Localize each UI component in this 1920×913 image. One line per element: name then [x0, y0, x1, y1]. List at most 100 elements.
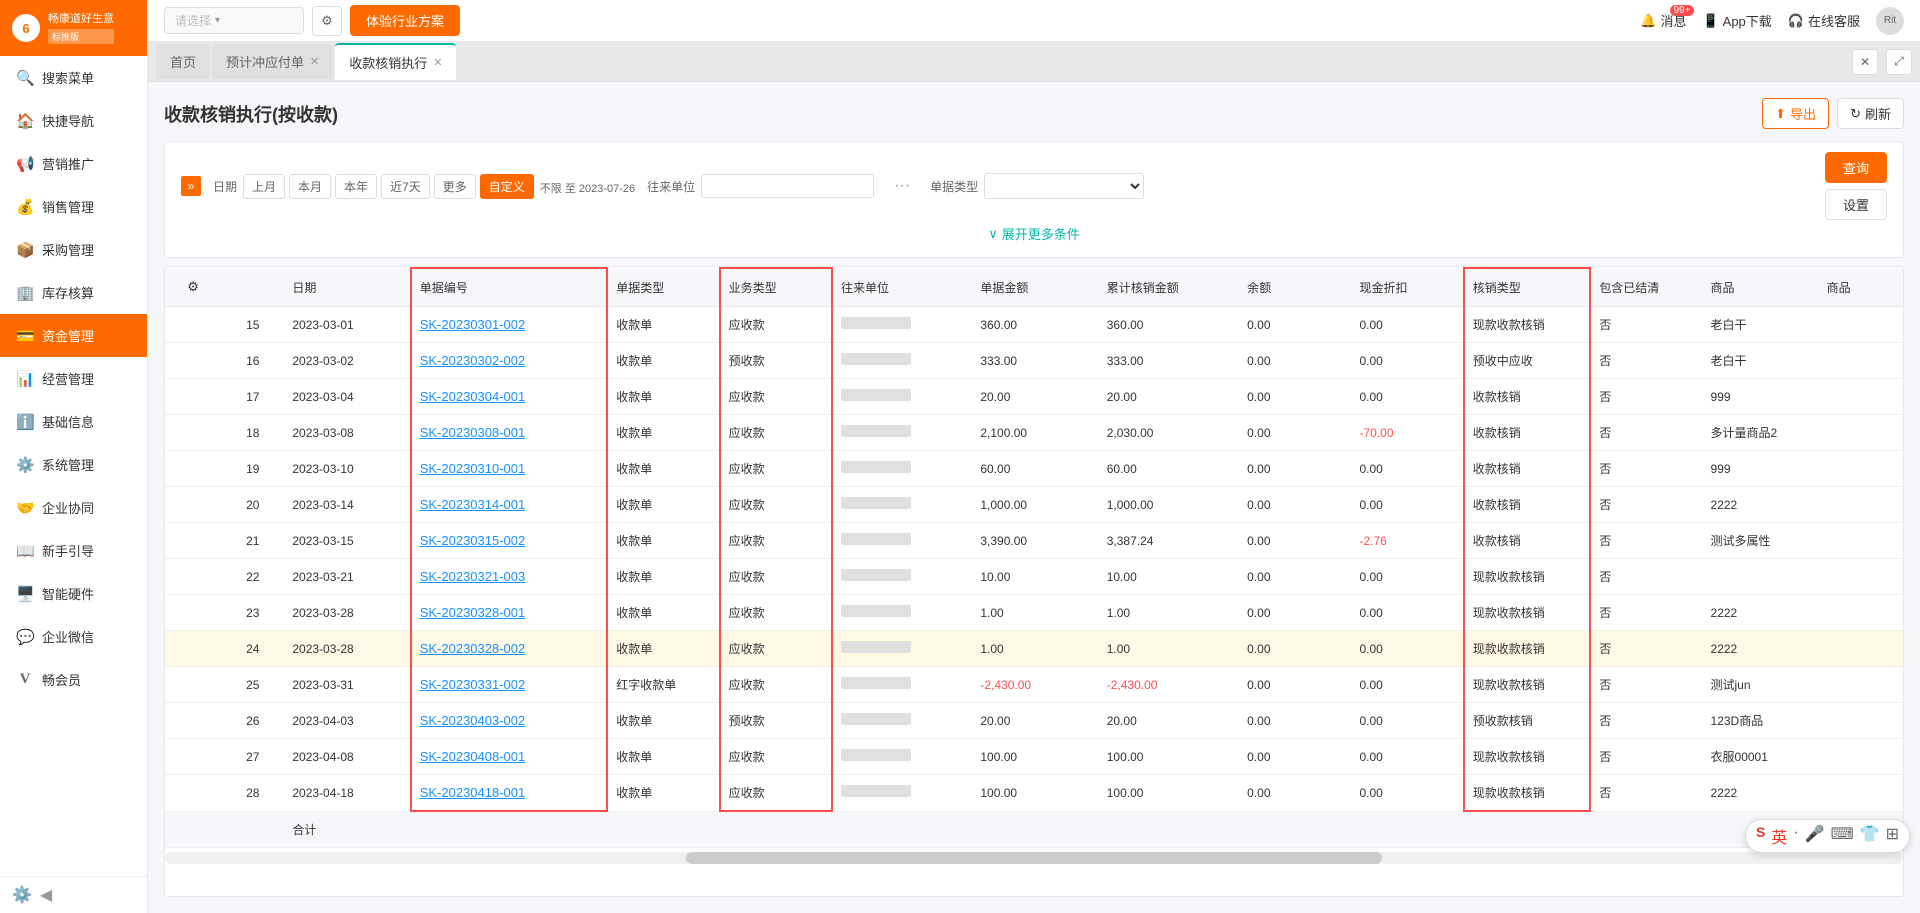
date-range: 不限 至 2023-07-26	[540, 180, 635, 196]
sidebar-item-operations[interactable]: 📊 经营管理	[0, 357, 147, 400]
bill-no-link[interactable]: SK-20230331-002	[420, 677, 526, 692]
sidebar-item-enterprise[interactable]: 🤝 企业协同	[0, 486, 147, 529]
cell-amount: 2,100.00	[972, 415, 1098, 451]
bill-no-link[interactable]: SK-20230418-001	[420, 785, 526, 800]
cell-settings[interactable]	[165, 379, 221, 415]
tab-collection[interactable]: 收款核销执行 ✕	[335, 43, 456, 80]
period-last-month[interactable]: 上月	[243, 174, 285, 199]
sidebar-item-search[interactable]: 🔍 搜索菜单	[0, 56, 147, 99]
filter-collapse-btn[interactable]: »	[181, 176, 201, 196]
cell-settings[interactable]	[165, 631, 221, 667]
notification-button[interactable]: 🔔 消息 99+	[1640, 11, 1686, 30]
cell-settings[interactable]	[165, 415, 221, 451]
partner-input[interactable]	[701, 174, 874, 198]
sidebar-item-guide[interactable]: 📖 新手引导	[0, 529, 147, 572]
bill-no-link[interactable]: SK-20230315-002	[420, 533, 526, 548]
tab-collection-close[interactable]: ✕	[433, 56, 442, 69]
topbar-select[interactable]: 请选择 ▾	[164, 7, 304, 34]
bill-no-link[interactable]: SK-20230321-003	[420, 569, 526, 584]
tab-home[interactable]: 首页	[156, 44, 210, 79]
gear-button[interactable]: ⚙	[312, 6, 342, 36]
avatar[interactable]: Rit	[1876, 7, 1904, 35]
sidebar-item-sales[interactable]: 💰 销售管理	[0, 185, 147, 228]
cell-no: 24	[221, 631, 284, 667]
bill-no-link[interactable]: SK-20230308-001	[420, 425, 526, 440]
col-write-off-type: 核销类型	[1464, 268, 1590, 307]
col-settings[interactable]: ⚙	[165, 268, 221, 307]
cell-settings[interactable]	[165, 487, 221, 523]
shirt-icon[interactable]: 👕	[1860, 824, 1880, 848]
dot-icon[interactable]: ·	[1793, 824, 1798, 848]
expand-conditions-btn[interactable]: ∨ 展开更多条件	[181, 220, 1887, 247]
tab-payable-close[interactable]: ✕	[310, 55, 319, 68]
cell-discount: 0.00	[1351, 559, 1463, 595]
bill-no-link[interactable]: SK-20230304-001	[420, 389, 526, 404]
period-custom[interactable]: 自定义	[480, 174, 534, 199]
bill-no-link[interactable]: SK-20230302-002	[420, 353, 526, 368]
cell-settings[interactable]	[165, 703, 221, 739]
period-more[interactable]: 更多	[434, 174, 476, 199]
cell-settings[interactable]	[165, 559, 221, 595]
mic-icon[interactable]: 🎤	[1805, 824, 1825, 848]
sidebar-item-wechat[interactable]: 💬 企业微信	[0, 615, 147, 658]
sidebar-item-basic[interactable]: ℹ️ 基础信息	[0, 400, 147, 443]
sidebar-item-member[interactable]: V 畅会员	[0, 658, 147, 701]
bill-no-link[interactable]: SK-20230328-001	[420, 605, 526, 620]
cell-product: 老白干	[1703, 307, 1819, 343]
col-partner: 往来单位	[832, 268, 972, 307]
bill-no-link[interactable]: SK-20230328-002	[420, 641, 526, 656]
scrollbar-thumb[interactable]	[686, 852, 1381, 864]
english-icon[interactable]: 英	[1771, 824, 1787, 848]
column-settings-icon[interactable]: ⚙	[187, 279, 199, 294]
cell-include-settled: 否	[1590, 415, 1702, 451]
sidebar-item-hardware[interactable]: 🖥️ 智能硬件	[0, 572, 147, 615]
tab-payable[interactable]: 预计冲应付单 ✕	[212, 44, 333, 79]
cell-settings[interactable]	[165, 307, 221, 343]
maximize-tab-btn[interactable]: ⤢	[1886, 49, 1912, 75]
sidebar-item-quicknav[interactable]: 🏠 快捷导航	[0, 99, 147, 142]
cell-settings[interactable]	[165, 343, 221, 379]
bill-no-link[interactable]: SK-20230301-002	[420, 317, 526, 332]
sougou-icon[interactable]: S	[1756, 824, 1765, 848]
sidebar-item-finance[interactable]: 💳 资金管理	[0, 314, 147, 357]
cell-amount: 360.00	[972, 307, 1098, 343]
cell-date: 2023-03-28	[284, 595, 410, 631]
sidebar-label-sales: 销售管理	[42, 197, 94, 216]
sidebar-item-system[interactable]: ⚙️ 系统管理	[0, 443, 147, 486]
refresh-button[interactable]: ↻ 刷新	[1837, 98, 1904, 129]
sidebar-item-purchase[interactable]: 📦 采购管理	[0, 228, 147, 271]
filter-more-dots[interactable]: ···	[886, 177, 918, 195]
export-button[interactable]: ⬆ 导出	[1762, 98, 1829, 129]
sidebar-item-inventory[interactable]: 🏢 库存核算	[0, 271, 147, 314]
grid-icon[interactable]: ⊞	[1886, 824, 1899, 848]
period-7days[interactable]: 近7天	[381, 174, 430, 199]
period-this-month[interactable]: 本月	[289, 174, 331, 199]
horizontal-scrollbar[interactable]	[165, 852, 1903, 864]
bill-no-link[interactable]: SK-20230403-002	[420, 713, 526, 728]
bill-type-select[interactable]	[984, 173, 1144, 199]
cell-settings[interactable]	[165, 523, 221, 559]
cell-bill-type: 收款单	[607, 307, 719, 343]
collapse-icon[interactable]: ◀	[40, 885, 52, 905]
close-tab-btn[interactable]: ✕	[1852, 49, 1878, 75]
bill-no-link[interactable]: SK-20230408-001	[420, 749, 526, 764]
period-this-year[interactable]: 本年	[335, 174, 377, 199]
cell-settings[interactable]	[165, 595, 221, 631]
bill-no-link[interactable]: SK-20230310-001	[420, 461, 526, 476]
query-button[interactable]: 查询	[1825, 152, 1887, 183]
app-download-link[interactable]: 📱 App下载	[1702, 11, 1771, 30]
cell-settings[interactable]	[165, 667, 221, 703]
sidebar-item-marketing[interactable]: 📢 营销推广	[0, 142, 147, 185]
settings-button[interactable]: 设置	[1825, 189, 1887, 220]
settings-bottom-icon[interactable]: ⚙️	[12, 885, 32, 905]
cell-include-settled: 否	[1590, 379, 1702, 415]
cell-bill-no: SK-20230304-001	[411, 379, 608, 415]
online-service-link[interactable]: 🎧 在线客服	[1788, 11, 1860, 30]
cell-settings[interactable]	[165, 451, 221, 487]
cell-partner	[832, 595, 972, 631]
cell-settings[interactable]	[165, 739, 221, 775]
cell-settings[interactable]	[165, 775, 221, 812]
bill-no-link[interactable]: SK-20230314-001	[420, 497, 526, 512]
solution-button[interactable]: 体验行业方案	[350, 5, 460, 36]
keyboard-icon[interactable]: ⌨	[1831, 824, 1854, 848]
